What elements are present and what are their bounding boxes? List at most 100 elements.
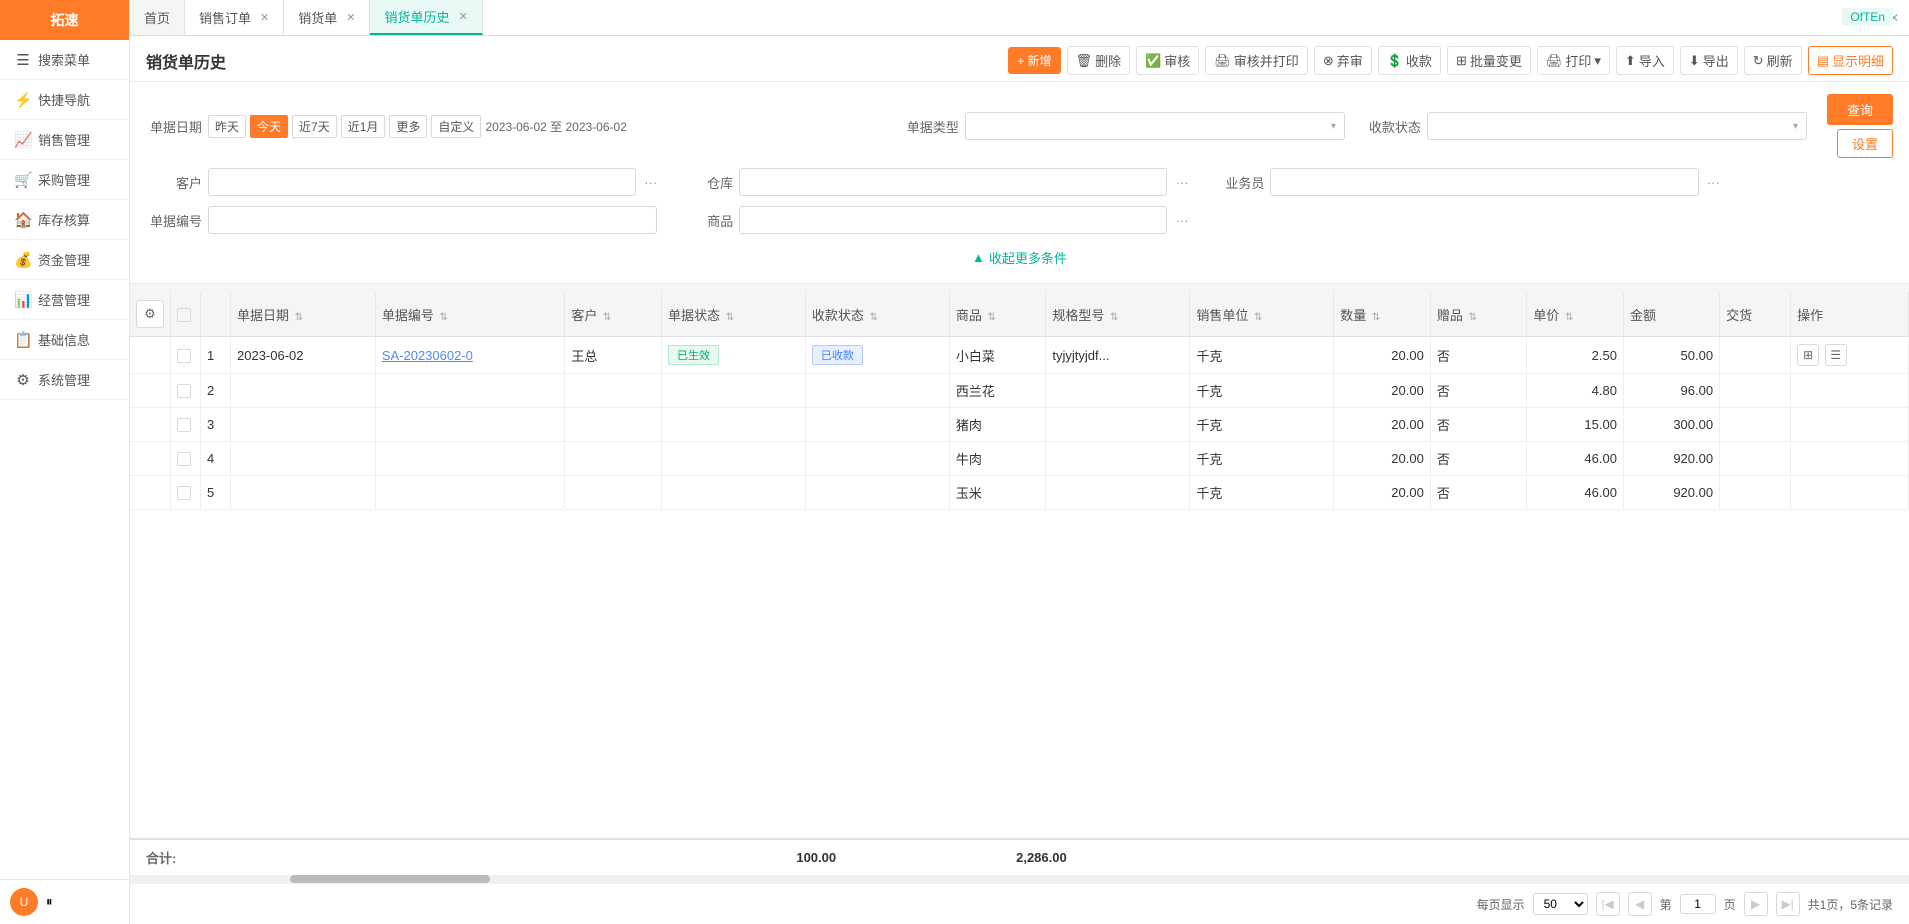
- goods-dots[interactable]: ···: [1175, 213, 1188, 228]
- tab-sales-history-close[interactable]: ✕: [459, 10, 468, 23]
- collapse-arrow-icon: ▲: [972, 250, 985, 265]
- doc-no-link[interactable]: SA-20230602-0: [382, 348, 473, 363]
- print-button[interactable]: 🖨 打印 ▾: [1537, 46, 1610, 75]
- settings-button[interactable]: 设置: [1837, 129, 1893, 158]
- page-size-label: 每页显示: [1477, 896, 1525, 913]
- col-settings[interactable]: ⚙: [130, 292, 171, 337]
- col-unit[interactable]: 销售单位 ⇅: [1190, 292, 1334, 337]
- first-page-button[interactable]: |◀: [1596, 892, 1620, 916]
- refresh-button[interactable]: ↻ 刷新: [1744, 46, 1802, 75]
- tab-sales-order-close[interactable]: ✕: [260, 11, 269, 24]
- col-doc-no[interactable]: 单据编号 ⇅: [375, 292, 565, 337]
- sidebar-item-basic-info[interactable]: 📋 基础信息: [0, 320, 129, 360]
- row-checkbox[interactable]: [177, 418, 191, 432]
- export-button[interactable]: ⬇ 导出: [1680, 46, 1738, 75]
- col-goods[interactable]: 商品 ⇅: [949, 292, 1046, 337]
- settings-gear-icon[interactable]: ⚙: [136, 300, 164, 328]
- sales-rep-dots[interactable]: ···: [1707, 175, 1720, 190]
- new-button[interactable]: + 新增: [1008, 47, 1060, 74]
- tab-sales-history[interactable]: 销货单历史 ✕: [370, 0, 482, 35]
- tab-sales-order[interactable]: 销售订单 ✕: [185, 0, 284, 35]
- filter-date-field: 单据日期 昨天 今天 近7天 近1月 更多 自定义 2023-06-02 至 2…: [146, 115, 883, 138]
- sidebar-item-sales-mgmt[interactable]: 📈 销售管理: [0, 120, 129, 160]
- col-unit-price[interactable]: 单价 ⇅: [1527, 292, 1624, 337]
- date-custom[interactable]: 自定义: [431, 115, 481, 138]
- abandon-button[interactable]: ⊗ 弃审: [1314, 46, 1372, 75]
- sidebar-collapse-icon[interactable]: ⏸: [46, 894, 53, 910]
- review-print-button[interactable]: 🖨 审核并打印: [1205, 46, 1308, 75]
- prev-page-button[interactable]: ◀: [1628, 892, 1652, 916]
- col-spec[interactable]: 规格型号 ⇅: [1046, 292, 1190, 337]
- batch-change-button[interactable]: ⊞ 批量变更: [1447, 46, 1531, 75]
- row-settings-cell: [130, 408, 171, 442]
- table-header-row: ⚙ 单据日期 ⇅ 单据编号 ⇅ 客户 ⇅ 单据状态 ⇅ 收款状态 ⇅ 商品 ⇅ …: [130, 292, 1909, 337]
- row-checkbox[interactable]: [177, 452, 191, 466]
- op-more-btn[interactable]: ☰: [1825, 344, 1847, 366]
- payment-status-select[interactable]: ▾: [1427, 112, 1807, 140]
- page-size-select[interactable]: 50 100 200: [1533, 893, 1588, 915]
- date-today[interactable]: 今天: [250, 115, 288, 138]
- row-no-cell: 5: [201, 476, 231, 510]
- table-row: 2西兰花千克20.00否4.8096.00: [130, 374, 1909, 408]
- collapse-button[interactable]: ▲ 收起更多条件: [146, 244, 1893, 271]
- col-transaction: 交货: [1720, 292, 1791, 337]
- sidebar-item-purchase-mgmt[interactable]: 🛒 采购管理: [0, 160, 129, 200]
- sidebar-item-inventory[interactable]: 🏠 库存核算: [0, 200, 129, 240]
- customer-input[interactable]: [208, 168, 636, 196]
- col-gift[interactable]: 赠品 ⇅: [1430, 292, 1527, 337]
- row-checkbox[interactable]: [177, 349, 191, 363]
- sidebar-item-quick-nav[interactable]: ⚡ 快捷导航: [0, 80, 129, 120]
- total-pages-info: 共1页，5条记录: [1808, 896, 1893, 913]
- date-yesterday[interactable]: 昨天: [208, 115, 246, 138]
- date-quick-btns: 昨天 今天 近7天 近1月 更多 自定义: [208, 115, 481, 138]
- review-button[interactable]: ✅ 审核: [1136, 46, 1199, 75]
- col-qty[interactable]: 数量 ⇅: [1334, 292, 1431, 337]
- delete-button[interactable]: 🗑 删除: [1067, 46, 1131, 75]
- tab-bar: 首页 销售订单 ✕ 销货单 ✕ 销货单历史 ✕ ✕ OfTEn: [130, 0, 1909, 36]
- sidebar-item-sys-mgmt[interactable]: ⚙ 系统管理: [0, 360, 129, 400]
- customer-dots[interactable]: ···: [644, 175, 657, 190]
- col-doc-status[interactable]: 单据状态 ⇅: [661, 292, 805, 337]
- next-page-button[interactable]: ▶: [1744, 892, 1768, 916]
- row-checkbox[interactable]: [177, 384, 191, 398]
- col-pay-status[interactable]: 收款状态 ⇅: [805, 292, 949, 337]
- doc-type-select[interactable]: ▾: [965, 112, 1345, 140]
- sidebar-item-operation[interactable]: 📊 经营管理: [0, 280, 129, 320]
- row-doc-status-cell: [661, 476, 805, 510]
- row-gift-cell: 否: [1430, 374, 1527, 408]
- row-unit-price-cell: 2.50: [1527, 337, 1624, 374]
- query-button[interactable]: 查询: [1827, 94, 1893, 125]
- sidebar-item-finance[interactable]: 💰 资金管理: [0, 240, 129, 280]
- header-checkbox[interactable]: [177, 308, 191, 322]
- warehouse-dots[interactable]: ···: [1175, 175, 1188, 190]
- horizontal-scrollbar[interactable]: [130, 875, 1909, 883]
- row-checkbox[interactable]: [177, 486, 191, 500]
- tab-home[interactable]: 首页: [130, 0, 185, 35]
- collect-button[interactable]: 💲 收款: [1378, 46, 1441, 75]
- warehouse-input[interactable]: [739, 168, 1167, 196]
- collect-icon: 💲: [1387, 53, 1403, 69]
- sales-rep-input[interactable]: [1270, 168, 1698, 196]
- last-page-button[interactable]: ▶|: [1776, 892, 1800, 916]
- scrollbar-thumb[interactable]: [290, 875, 490, 883]
- date-7days[interactable]: 近7天: [292, 115, 337, 138]
- date-1month[interactable]: 近1月: [341, 115, 386, 138]
- total-label: 合计:: [146, 848, 176, 867]
- date-label: 单据日期: [146, 117, 202, 136]
- row-transaction-cell: [1720, 442, 1791, 476]
- show-detail-button[interactable]: ▤ 显示明细: [1808, 46, 1893, 75]
- sidebar-item-search-menu[interactable]: ☰ 搜索菜单: [0, 40, 129, 80]
- import-button[interactable]: ⬆ 导入: [1616, 46, 1674, 75]
- goods-input[interactable]: [739, 206, 1167, 234]
- doc-no-input[interactable]: [208, 206, 657, 234]
- page-input[interactable]: [1680, 894, 1716, 914]
- col-date[interactable]: 单据日期 ⇅: [231, 292, 376, 337]
- date-more[interactable]: 更多: [389, 115, 427, 138]
- tab-sales-goods[interactable]: 销货单 ✕: [284, 0, 370, 35]
- row-goods-cell: 玉米: [949, 476, 1046, 510]
- warehouse-label: 仓库: [677, 173, 733, 192]
- tab-sales-goods-close[interactable]: ✕: [346, 11, 355, 24]
- col-customer[interactable]: 客户 ⇅: [565, 292, 662, 337]
- row-settings-cell: [130, 476, 171, 510]
- op-view-btn[interactable]: ⊞: [1797, 344, 1819, 366]
